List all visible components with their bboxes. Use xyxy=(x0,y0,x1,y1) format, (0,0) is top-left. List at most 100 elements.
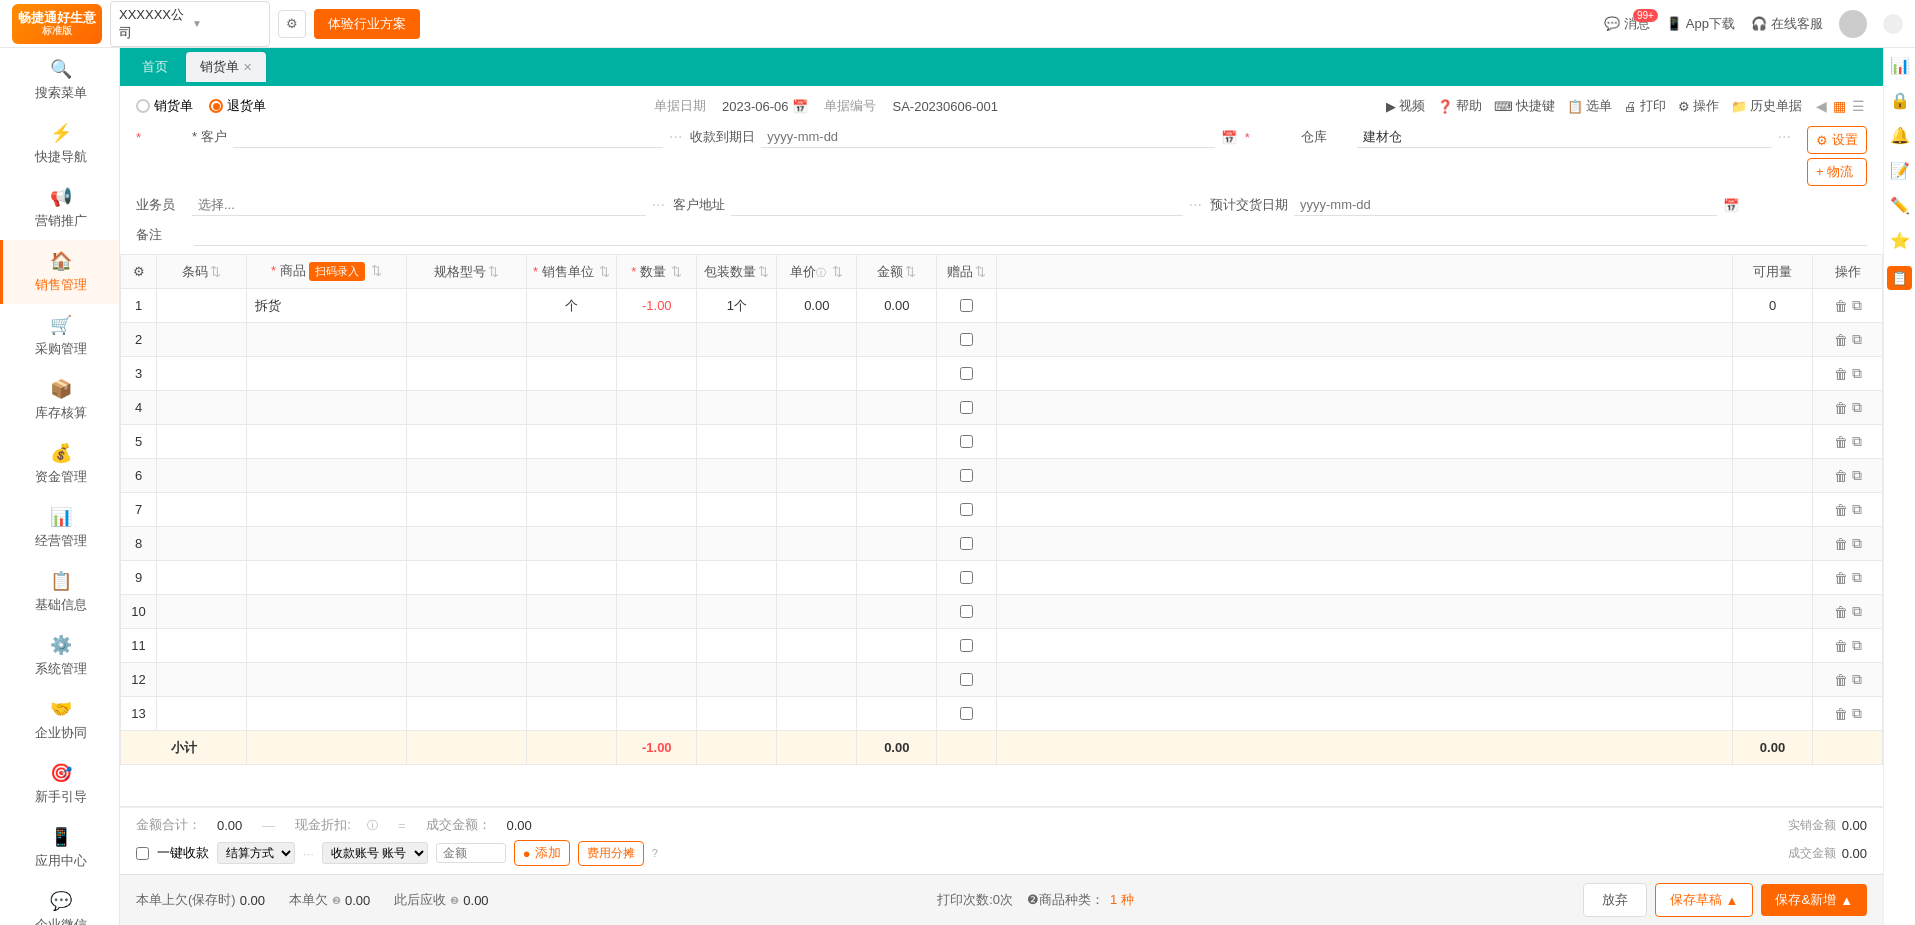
copy-icon[interactable]: ⧉ xyxy=(1852,467,1862,484)
cell-barcode[interactable] xyxy=(157,663,247,697)
cell-spec[interactable] xyxy=(407,493,527,527)
cell-product[interactable] xyxy=(247,425,407,459)
fee-help-icon[interactable]: ? xyxy=(652,847,658,859)
cell-price[interactable] xyxy=(777,629,857,663)
cell-unit[interactable] xyxy=(527,527,617,561)
cell-product[interactable] xyxy=(247,595,407,629)
cell-pkgqty[interactable] xyxy=(697,629,777,663)
tab-sales-order[interactable]: 销货单 ✕ xyxy=(186,52,266,82)
delete-icon[interactable]: 🗑 xyxy=(1834,502,1848,518)
gift-checkbox[interactable] xyxy=(960,571,973,584)
tab-home[interactable]: 首页 xyxy=(128,52,182,82)
cell-product[interactable] xyxy=(247,357,407,391)
sort-spec-icon[interactable]: ⇅ xyxy=(488,264,499,279)
salesperson-input[interactable] xyxy=(192,194,646,216)
cell-unit[interactable] xyxy=(527,425,617,459)
cell-unit[interactable] xyxy=(527,391,617,425)
cell-barcode[interactable] xyxy=(157,493,247,527)
tab-close-icon[interactable]: ✕ xyxy=(243,61,252,74)
should-receive-info-icon[interactable]: ❷ xyxy=(450,895,459,906)
sidebar-item-sales[interactable]: 🏠 销售管理 xyxy=(0,240,119,304)
cell-amount[interactable] xyxy=(857,697,937,731)
delete-icon[interactable]: 🗑 xyxy=(1834,570,1848,586)
cell-product[interactable]: 拆货 xyxy=(247,289,407,323)
cell-gift[interactable] xyxy=(937,425,997,459)
gift-checkbox[interactable] xyxy=(960,299,973,312)
scan-button[interactable]: 扫码录入 xyxy=(309,262,365,281)
shortcut-action[interactable]: ⌨ 快捷键 xyxy=(1494,97,1555,115)
cell-pkgqty[interactable] xyxy=(697,323,777,357)
cell-price[interactable] xyxy=(777,459,857,493)
select-action[interactable]: 📋 选单 xyxy=(1567,97,1612,115)
sidebar-item-purchase[interactable]: 🛒 采购管理 xyxy=(0,304,119,368)
cell-qty[interactable] xyxy=(617,323,697,357)
delete-icon[interactable]: 🗑 xyxy=(1834,536,1848,552)
gift-checkbox[interactable] xyxy=(960,435,973,448)
cell-amount[interactable] xyxy=(857,425,937,459)
discount-info-icon[interactable]: ⓘ xyxy=(367,818,378,833)
cell-price[interactable] xyxy=(777,561,857,595)
cell-gift[interactable] xyxy=(937,527,997,561)
save-draft-button[interactable]: 保存草稿 ▲ xyxy=(1655,883,1754,917)
history-action[interactable]: 📁 历史单据 xyxy=(1731,97,1802,115)
sidebar-item-enterprise[interactable]: 🤝 企业协同 xyxy=(0,688,119,752)
delete-icon[interactable]: 🗑 xyxy=(1834,434,1848,450)
delete-icon[interactable]: 🗑 xyxy=(1834,672,1848,688)
cell-amount[interactable] xyxy=(857,629,937,663)
sidebar-item-system[interactable]: ⚙️ 系统管理 xyxy=(0,624,119,688)
amount-input[interactable] xyxy=(436,843,506,863)
copy-icon[interactable]: ⧉ xyxy=(1852,705,1862,722)
delete-icon[interactable]: 🗑 xyxy=(1834,298,1848,314)
cell-barcode[interactable] xyxy=(157,595,247,629)
cell-price[interactable]: 0.00 xyxy=(777,289,857,323)
grid-view-icon[interactable]: ▦ xyxy=(1831,96,1848,116)
cell-pkgqty[interactable] xyxy=(697,425,777,459)
sidebar-item-inventory[interactable]: 📦 库存核算 xyxy=(0,368,119,432)
sidebar-right-icon1[interactable]: 📊 xyxy=(1890,56,1910,75)
cell-qty[interactable] xyxy=(617,391,697,425)
gift-checkbox[interactable] xyxy=(960,673,973,686)
cell-unit[interactable]: 个 xyxy=(527,289,617,323)
cell-gift[interactable] xyxy=(937,493,997,527)
sidebar-item-operation[interactable]: 📊 经营管理 xyxy=(0,496,119,560)
calendar-receivable-icon[interactable]: 📅 xyxy=(1221,130,1237,145)
cell-amount[interactable] xyxy=(857,527,937,561)
cell-barcode[interactable] xyxy=(157,391,247,425)
cell-amount[interactable] xyxy=(857,323,937,357)
cell-unit[interactable] xyxy=(527,357,617,391)
copy-icon[interactable]: ⧉ xyxy=(1852,501,1862,518)
cell-spec[interactable] xyxy=(407,391,527,425)
logistics-button[interactable]: + 物流 xyxy=(1807,158,1867,186)
cell-unit[interactable] xyxy=(527,561,617,595)
gift-checkbox[interactable] xyxy=(960,639,973,652)
cell-pkgqty[interactable] xyxy=(697,391,777,425)
expected-date-input[interactable] xyxy=(1294,194,1717,216)
cell-product[interactable] xyxy=(247,323,407,357)
sidebar-right-icon7[interactable]: 📋 xyxy=(1887,266,1912,290)
cell-gift[interactable] xyxy=(937,697,997,731)
one-click-pay-checkbox[interactable] xyxy=(136,847,149,860)
cell-unit[interactable] xyxy=(527,629,617,663)
radio-return-order[interactable]: 退货单 xyxy=(209,97,266,115)
sort-product-icon[interactable]: ⇅ xyxy=(371,263,382,278)
copy-icon[interactable]: ⧉ xyxy=(1852,365,1862,382)
price-info-icon[interactable]: ⓘ xyxy=(816,267,826,278)
cell-price[interactable] xyxy=(777,425,857,459)
settlement-method-select[interactable]: 结算方式 xyxy=(217,842,295,864)
cell-unit[interactable] xyxy=(527,459,617,493)
cell-spec[interactable] xyxy=(407,527,527,561)
cell-unit[interactable] xyxy=(527,493,617,527)
cell-spec[interactable] xyxy=(407,629,527,663)
cell-qty[interactable] xyxy=(617,595,697,629)
th-settings[interactable]: ⚙ xyxy=(121,255,157,289)
cell-pkgqty[interactable] xyxy=(697,561,777,595)
discard-button[interactable]: 放弃 xyxy=(1583,883,1647,917)
cell-barcode[interactable] xyxy=(157,697,247,731)
app-download-button[interactable]: 📱 App下载 xyxy=(1666,15,1735,33)
cell-gift[interactable] xyxy=(937,391,997,425)
cell-product[interactable] xyxy=(247,697,407,731)
calendar-expected-icon[interactable]: 📅 xyxy=(1723,198,1739,213)
cell-price[interactable] xyxy=(777,357,857,391)
sort-price-icon[interactable]: ⇅ xyxy=(832,264,843,279)
cell-amount[interactable]: 0.00 xyxy=(857,289,937,323)
